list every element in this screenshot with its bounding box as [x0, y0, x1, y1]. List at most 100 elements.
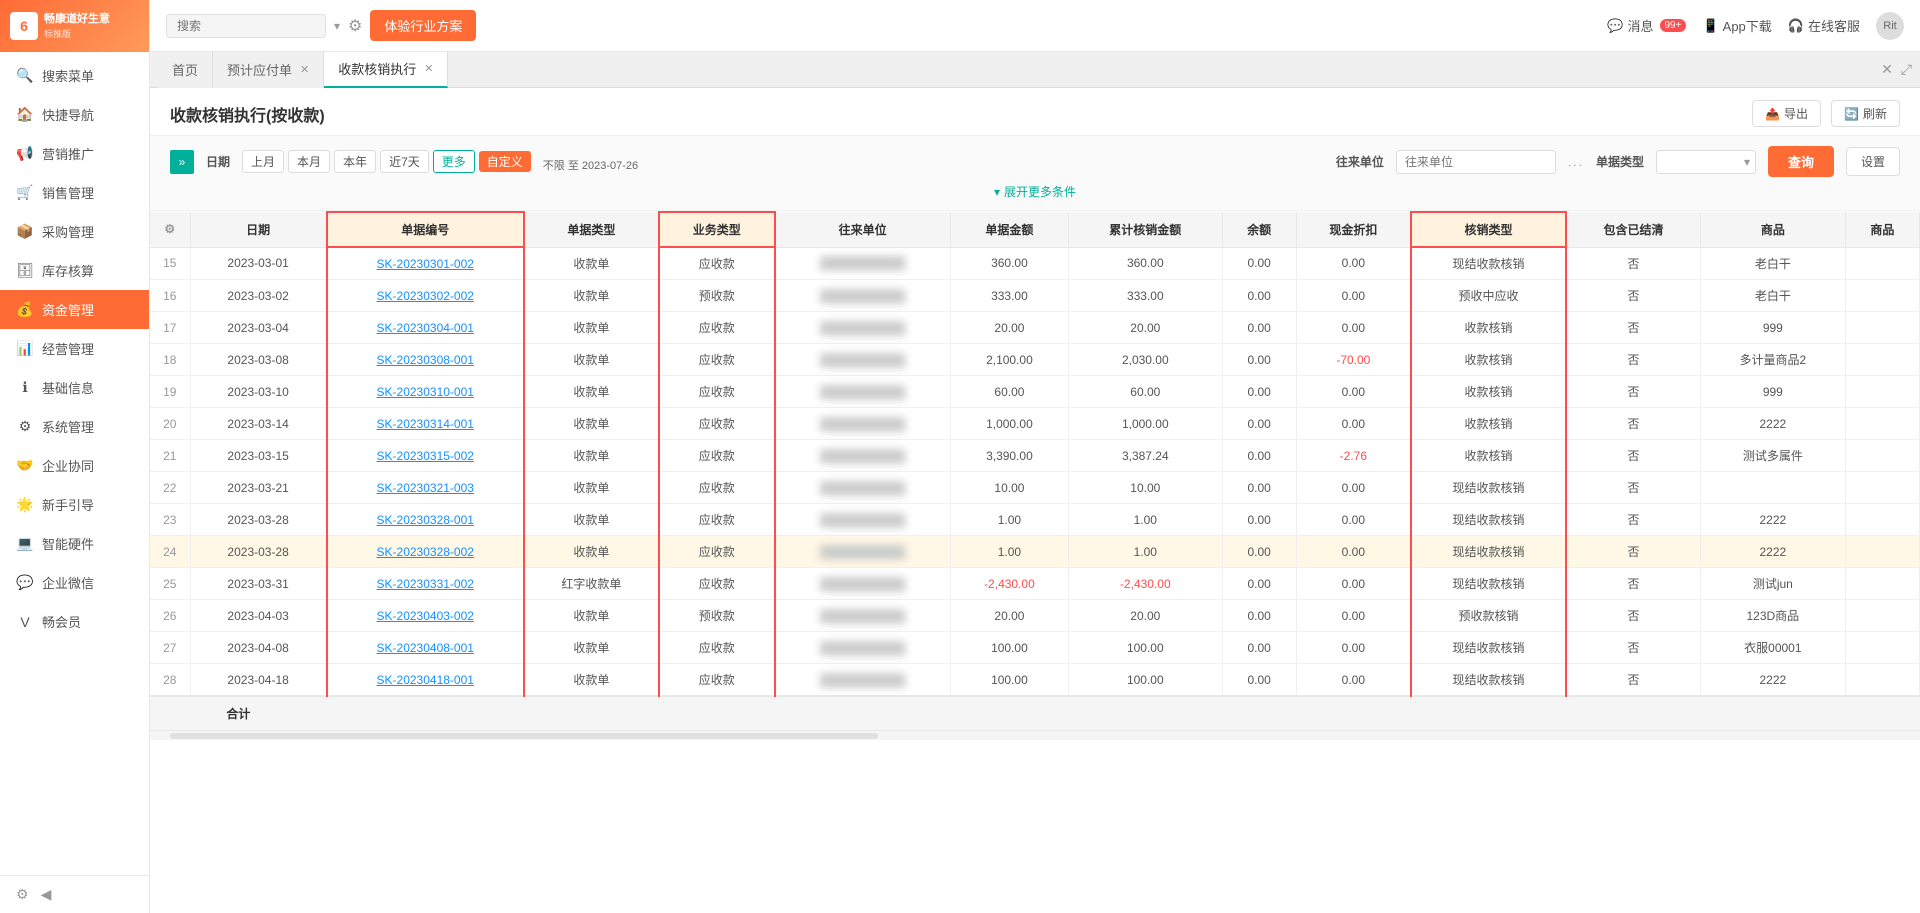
sidebar-icon-inventory: 🗄 [16, 262, 34, 279]
cell-bill-no[interactable]: SK-20230418-001 [327, 664, 524, 697]
col-header-product2: 商品 [1845, 212, 1919, 247]
cell-bill-no[interactable]: SK-20230314-001 [327, 408, 524, 440]
cell-bill-type: 收款单 [524, 600, 659, 632]
filter-date-label: 日期 [206, 153, 230, 170]
user-initials: Rit [1883, 20, 1896, 32]
user-avatar[interactable]: Rit [1876, 12, 1904, 40]
col-header-discount: 现金折扣 [1296, 212, 1411, 247]
cell-bill-no[interactable]: SK-20230310-001 [327, 376, 524, 408]
sidebar-item-operations[interactable]: 📊 经营管理 [0, 329, 149, 368]
cell-bill-no[interactable]: SK-20230328-001 [327, 504, 524, 536]
filter-this-year[interactable]: 本年 [334, 150, 376, 173]
filter-bill-type-select[interactable]: 收款单 红字收款单 [1656, 150, 1756, 174]
settings-button[interactable]: 设置 [1846, 147, 1900, 176]
tab-home[interactable]: 首页 [158, 52, 213, 88]
cell-num: 18 [150, 344, 190, 376]
cell-verified-amount: 333.00 [1069, 280, 1222, 312]
cell-date: 2023-03-21 [190, 472, 327, 504]
cell-biz-type: 应收款 [659, 568, 775, 600]
tab-expand-icon[interactable]: ⤢ [1901, 61, 1912, 78]
cell-bill-no[interactable]: SK-20230403-002 [327, 600, 524, 632]
cell-product2 [1845, 376, 1919, 408]
bottom-scroll[interactable] [150, 730, 1920, 740]
cell-num: 20 [150, 408, 190, 440]
sidebar-item-quick-nav[interactable]: 🏠 快捷导航 [0, 95, 149, 134]
sidebar-item-wechat[interactable]: 💬 企业微信 [0, 563, 149, 602]
cell-partner: ██████████ [775, 664, 951, 697]
filter-this-month[interactable]: 本月 [288, 150, 330, 173]
cell-date: 2023-03-04 [190, 312, 327, 344]
cell-verified-amount: 100.00 [1069, 664, 1222, 697]
cell-bill-no[interactable]: SK-20230331-002 [327, 568, 524, 600]
cell-discount: 0.00 [1296, 536, 1411, 568]
refresh-button[interactable]: 🔄 刷新 [1831, 100, 1900, 127]
export-icon: 📤 [1765, 107, 1780, 121]
sidebar-item-marketing[interactable]: 📢 营销推广 [0, 134, 149, 173]
sidebar-item-member[interactable]: V 畅会员 [0, 602, 149, 641]
tab-close-all-icon[interactable]: ✕ [1881, 61, 1893, 78]
cell-product2 [1845, 408, 1919, 440]
filter-7days[interactable]: 近7天 [380, 150, 429, 173]
cell-product: 2222 [1701, 408, 1846, 440]
cell-discount: -70.00 [1296, 344, 1411, 376]
sidebar-icon-member: V [16, 614, 34, 630]
cell-bill-no[interactable]: SK-20230408-001 [327, 632, 524, 664]
tab-pre-receipt-close[interactable]: ✕ [300, 63, 309, 76]
sidebar-item-sales[interactable]: 🛒 销售管理 [0, 173, 149, 212]
col-header-gear[interactable]: ⚙ [150, 212, 190, 247]
header-search-input[interactable] [166, 14, 326, 38]
cell-date: 2023-03-31 [190, 568, 327, 600]
sidebar-item-basic[interactable]: ℹ 基础信息 [0, 368, 149, 407]
sidebar-item-hardware[interactable]: 💻 智能硬件 [0, 524, 149, 563]
cell-bill-no[interactable]: SK-20230301-002 [327, 247, 524, 280]
cell-product: 老白干 [1701, 247, 1846, 280]
cell-product: 多计量商品2 [1701, 344, 1846, 376]
cell-bill-no[interactable]: SK-20230321-003 [327, 472, 524, 504]
filter-last-month[interactable]: 上月 [242, 150, 284, 173]
sidebar-item-capital[interactable]: 💰 资金管理 [0, 290, 149, 329]
tab-receipt-exec-close[interactable]: ✕ [424, 62, 433, 75]
refresh-icon: 🔄 [1844, 107, 1859, 121]
filter-expand-button[interactable]: » [170, 150, 194, 174]
header-dropdown-icon[interactable]: ▾ [334, 19, 340, 33]
cell-bill-no[interactable]: SK-20230308-001 [327, 344, 524, 376]
sidebar-item-system[interactable]: ⚙ 系统管理 [0, 407, 149, 446]
cell-verified-amount: 2,030.00 [1069, 344, 1222, 376]
tab-pre-receipt[interactable]: 预计应付单 ✕ [213, 52, 324, 88]
cell-include-settled: 否 [1566, 408, 1700, 440]
cell-bill-no[interactable]: SK-20230302-002 [327, 280, 524, 312]
page-title: 收款核销执行(按收款) [170, 102, 325, 126]
sidebar-logo: 6 畅康道好生意 标推版 [0, 0, 149, 52]
cell-bill-no[interactable]: SK-20230315-002 [327, 440, 524, 472]
filter-more[interactable]: 更多 [433, 150, 475, 173]
tab-receipt-exec[interactable]: 收款核销执行 ✕ [324, 52, 448, 88]
messages-item[interactable]: 💬 消息 99+ [1607, 16, 1686, 35]
settings-icon[interactable]: ⚙ [16, 886, 29, 903]
query-button[interactable]: 查询 [1768, 146, 1834, 177]
header-settings-icon[interactable]: ⚙ [348, 16, 362, 36]
collapse-icon[interactable]: ◀ [41, 886, 52, 903]
cell-bill-no[interactable]: SK-20230328-002 [327, 536, 524, 568]
filter-partner-input[interactable] [1396, 150, 1556, 174]
sidebar-label-quick-nav: 快捷导航 [42, 105, 94, 124]
solution-button[interactable]: 体验行业方案 [370, 10, 476, 41]
cell-bill-no[interactable]: SK-20230304-001 [327, 312, 524, 344]
filter-dots: ... [1568, 155, 1584, 169]
expand-more-button[interactable]: ▾ 展开更多条件 [994, 183, 1076, 200]
app-download-item[interactable]: 📱 App下载 [1702, 16, 1771, 35]
sidebar-item-purchase[interactable]: 📦 采购管理 [0, 212, 149, 251]
cell-verify-type: 收款核销 [1411, 408, 1566, 440]
cell-verify-type: 预收中应收 [1411, 280, 1566, 312]
sidebar-item-corp[interactable]: 🤝 企业协同 [0, 446, 149, 485]
filter-custom[interactable]: 自定义 [479, 151, 531, 172]
cell-num: 22 [150, 472, 190, 504]
tab-bar-right: ✕ ⤢ [1881, 61, 1912, 78]
table-row: 20 2023-03-14 SK-20230314-001 收款单 应收款 ██… [150, 408, 1920, 440]
online-service-item[interactable]: 🎧 在线客服 [1788, 16, 1860, 35]
sidebar-item-inventory[interactable]: 🗄 库存核算 [0, 251, 149, 290]
sidebar-item-search[interactable]: 🔍 搜索菜单 [0, 56, 149, 95]
sidebar-label-inventory: 库存核算 [42, 261, 94, 280]
export-button[interactable]: 📤 导出 [1752, 100, 1821, 127]
sidebar-item-newbie[interactable]: 🌟 新手引导 [0, 485, 149, 524]
cell-include-settled: 否 [1566, 312, 1700, 344]
